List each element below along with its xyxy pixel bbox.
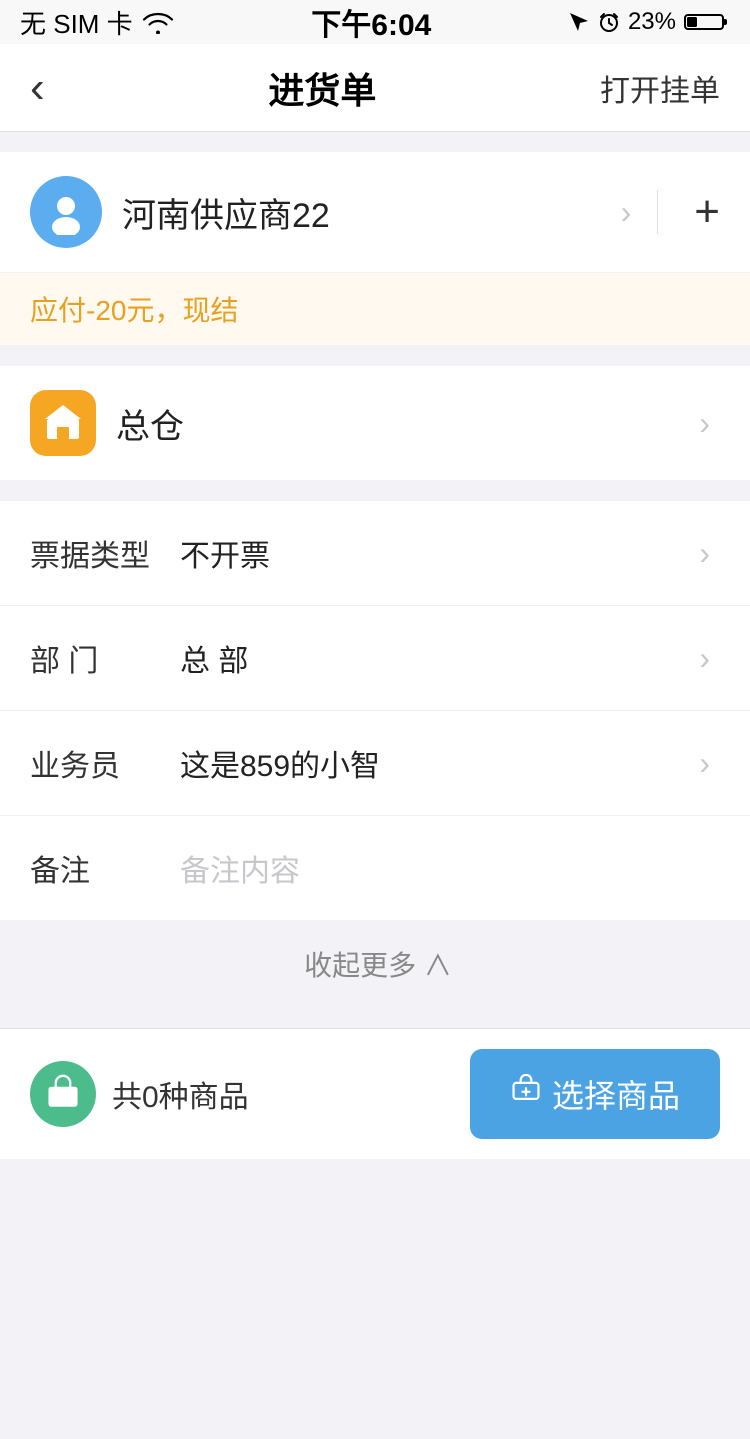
remark-input[interactable]: 备注内容 xyxy=(150,846,720,890)
cart-icon xyxy=(43,1074,83,1114)
divider xyxy=(657,190,658,234)
salesman-value: 这是859的小智 xyxy=(150,741,699,785)
nav-bar: ‹ 进货单 打开挂单 xyxy=(0,44,750,132)
notice-row: 应付-20元，现结 xyxy=(0,273,750,346)
status-time: 下午6:04 xyxy=(311,0,431,44)
alarm-icon xyxy=(598,11,620,33)
select-product-icon xyxy=(510,1074,542,1114)
warehouse-section[interactable]: 总仓 › xyxy=(0,366,750,480)
product-count: 共0种商品 xyxy=(112,1072,470,1116)
invoice-type-row[interactable]: 票据类型 不开票 › xyxy=(0,500,750,605)
warehouse-svg-icon xyxy=(41,401,85,445)
select-product-button[interactable]: 选择商品 xyxy=(470,1049,720,1139)
open-pending-button[interactable]: 打开挂单 xyxy=(600,66,720,110)
status-carrier: 无 SIM 卡 xyxy=(20,4,175,41)
status-bar: 无 SIM 卡 下午6:04 23% xyxy=(0,0,750,44)
section-gap-1 xyxy=(0,132,750,152)
department-value: 总 部 xyxy=(150,636,699,680)
bottom-bar: 共0种商品 选择商品 xyxy=(0,1028,750,1159)
salesman-arrow-icon: › xyxy=(699,745,710,782)
supplier-row[interactable]: 河南供应商22 › + xyxy=(0,152,750,273)
invoice-type-label: 票据类型 xyxy=(30,531,150,575)
section-gap-3 xyxy=(0,480,750,500)
section-gap-2 xyxy=(0,346,750,366)
remark-label: 备注 xyxy=(30,846,150,890)
invoice-type-value: 不开票 xyxy=(150,531,699,575)
supplier-name: 河南供应商22 xyxy=(122,188,621,237)
avatar-icon xyxy=(43,189,89,235)
collapse-button[interactable]: 收起更多 ∧ xyxy=(0,920,750,1008)
select-cart-icon xyxy=(510,1074,542,1106)
product-icon-bg xyxy=(30,1061,96,1127)
collapse-label: 收起更多 ∧ xyxy=(304,944,452,984)
form-section: 票据类型 不开票 › 部 门 总 部 › 业务员 这是859的小智 › 备注 备… xyxy=(0,500,750,920)
select-product-label: 选择商品 xyxy=(552,1071,680,1117)
salesman-row[interactable]: 业务员 这是859的小智 › xyxy=(0,710,750,815)
status-right: 23% xyxy=(568,8,730,36)
invoice-arrow-icon: › xyxy=(699,535,710,572)
supplier-avatar xyxy=(30,176,102,248)
page-bottom-bg xyxy=(0,1159,750,1439)
battery-text: 23% xyxy=(628,8,676,36)
remark-row[interactable]: 备注 备注内容 xyxy=(0,815,750,920)
battery-icon xyxy=(684,11,730,33)
salesman-label: 业务员 xyxy=(30,741,150,785)
supplier-arrow-icon: › xyxy=(621,194,632,231)
department-row[interactable]: 部 门 总 部 › xyxy=(0,605,750,710)
add-supplier-button[interactable]: + xyxy=(694,187,720,237)
warehouse-icon-bg xyxy=(30,390,96,456)
warehouse-row[interactable]: 总仓 › xyxy=(0,366,750,480)
supplier-section: 河南供应商22 › + 应付-20元，现结 xyxy=(0,152,750,346)
location-icon xyxy=(568,11,590,33)
department-label: 部 门 xyxy=(30,636,150,680)
warehouse-arrow-icon: › xyxy=(699,405,710,442)
page-title: 进货单 xyxy=(268,62,376,114)
warehouse-name: 总仓 xyxy=(116,399,699,448)
department-arrow-icon: › xyxy=(699,640,710,677)
carrier-text: 无 SIM 卡 xyxy=(20,4,133,41)
back-button[interactable]: ‹ xyxy=(30,66,45,110)
wifi-icon xyxy=(141,10,175,34)
